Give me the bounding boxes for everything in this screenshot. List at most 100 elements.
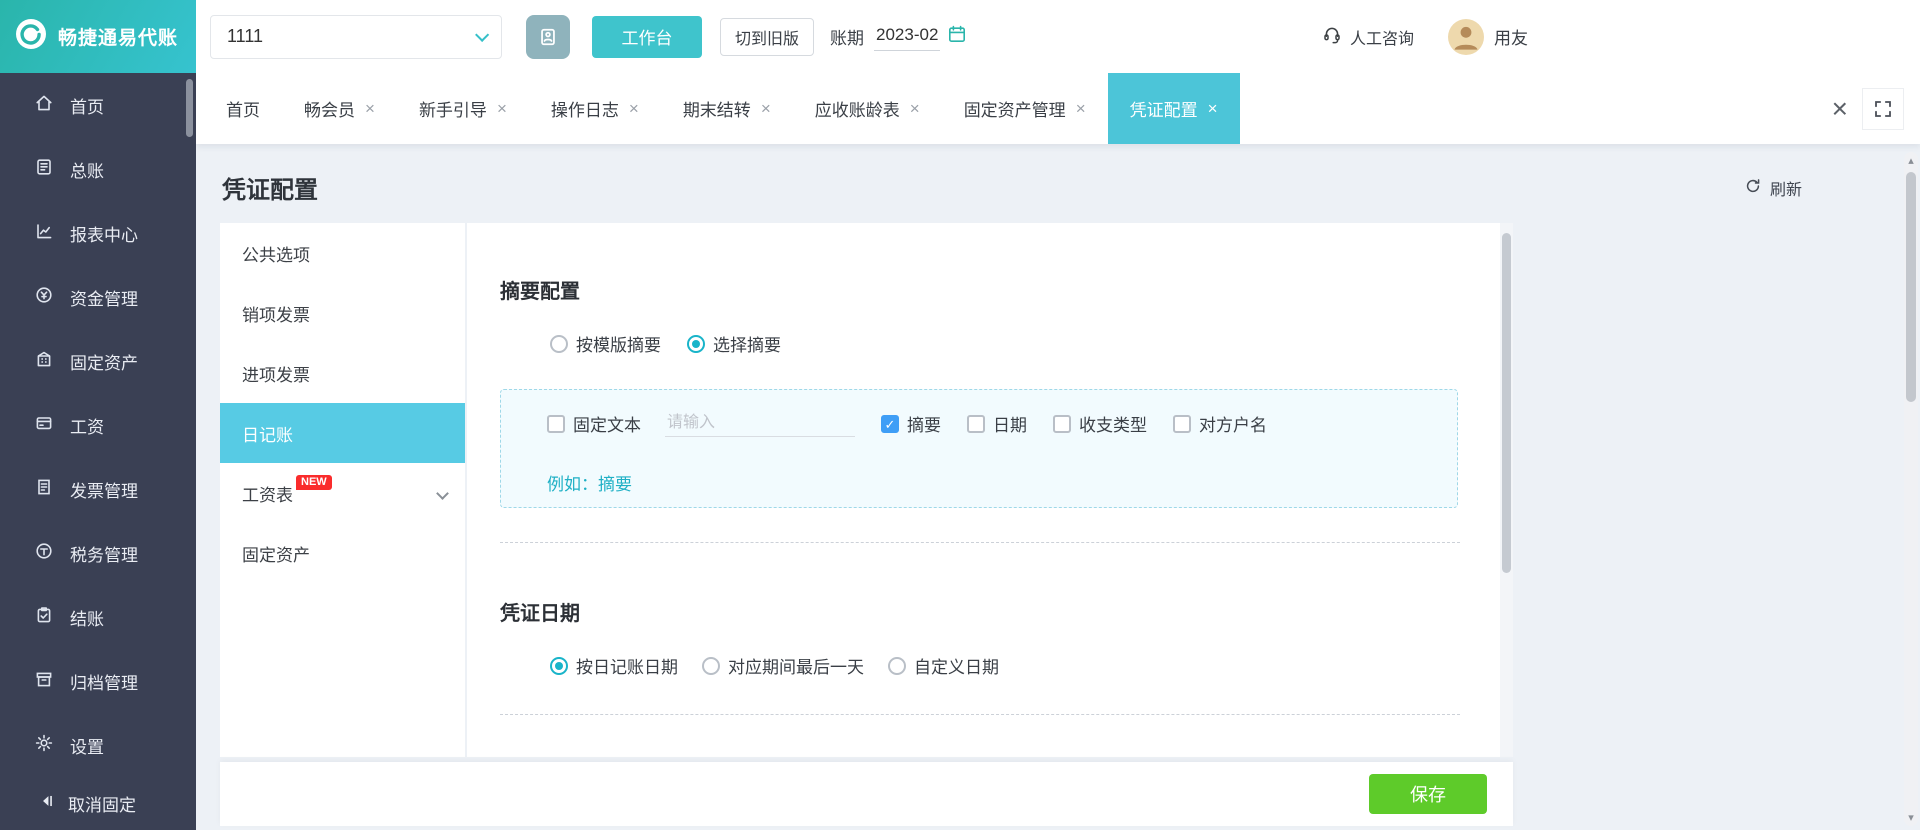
radio-icon xyxy=(687,334,705,353)
radio-label: 按日记账日期 xyxy=(576,658,678,677)
tab-close-icon[interactable] xyxy=(365,100,375,117)
sidebar-item-salary[interactable]: 工资 xyxy=(0,393,196,457)
subnav-item-purchase-invoice[interactable]: 进项发票 xyxy=(220,343,465,403)
tax-icon xyxy=(34,541,54,566)
sidebar-item-funds[interactable]: 资金管理 xyxy=(0,265,196,329)
main-sidebar: 首页 总账 报表中心 资金管理 固定资产 工资 发票管理 税务管理 结账 归档管… xyxy=(0,73,196,830)
tab-label: 固定资产管理 xyxy=(963,101,1066,120)
tab-close-icon[interactable] xyxy=(497,100,507,117)
tab-close-icon[interactable] xyxy=(1076,100,1086,117)
sidebar-item-invoice[interactable]: 发票管理 xyxy=(0,457,196,521)
radio-select-summary[interactable]: 选择摘要 xyxy=(687,331,781,356)
fullscreen-icon[interactable] xyxy=(1862,87,1904,130)
tab-fixed-assets-mgmt[interactable]: 固定资产管理 xyxy=(942,73,1108,144)
tab-close-icon[interactable] xyxy=(761,100,771,117)
archive-icon xyxy=(34,669,54,694)
checkbox-counterparty-name[interactable]: 对方户名 xyxy=(1173,411,1267,436)
refresh-icon xyxy=(1744,177,1762,200)
tab-operation-log[interactable]: 操作日志 xyxy=(529,73,661,144)
sidebar-item-tax[interactable]: 税务管理 xyxy=(0,521,196,585)
live-support-link[interactable]: 人工咨询 xyxy=(1322,24,1414,49)
tab-voucher-config[interactable]: 凭证配置 xyxy=(1107,73,1240,144)
checkbox-fixed-text[interactable]: 固定文本 xyxy=(547,411,641,436)
subnav-item-salary-sheet[interactable]: 工资表 NEW xyxy=(220,463,465,523)
tab-label: 应收账龄表 xyxy=(814,101,900,120)
sidebar-item-report-center[interactable]: 报表中心 xyxy=(0,201,196,265)
tab-receivable-aging[interactable]: 应收账龄表 xyxy=(793,73,942,144)
tab-beginner-guide[interactable]: 新手引导 xyxy=(397,73,529,144)
user-name[interactable]: 用友 xyxy=(1494,24,1528,49)
sidebar-item-label: 固定资产 xyxy=(70,353,138,373)
radio-custom-date[interactable]: 自定义日期 xyxy=(888,653,999,678)
unpin-sidebar-button[interactable]: 取消固定 xyxy=(0,782,196,824)
tab-home[interactable]: 首页 xyxy=(204,73,282,144)
tab-period-end-carryover[interactable]: 期末结转 xyxy=(661,73,793,144)
sidebar-item-settings[interactable]: 设置 xyxy=(0,713,196,777)
tab-close-icon[interactable] xyxy=(910,100,920,117)
company-select-value: 1111 xyxy=(227,26,264,46)
logo-icon xyxy=(14,17,48,56)
radio-template-summary[interactable]: 按模版摘要 xyxy=(550,331,661,356)
company-select[interactable]: 1111 xyxy=(210,14,502,59)
subnav-item-sales-invoice[interactable]: 销项发票 xyxy=(220,283,465,343)
calendar-icon[interactable] xyxy=(947,24,967,49)
subnav-item-journal[interactable]: 日记账 xyxy=(220,403,465,463)
checkbox-icon xyxy=(1053,414,1071,433)
panel-scrollbar[interactable] xyxy=(1502,233,1511,573)
checkbox-icon xyxy=(547,414,565,433)
sidebar-item-label: 首页 xyxy=(70,97,104,117)
close-icon[interactable] xyxy=(1832,95,1848,123)
headset-icon xyxy=(1322,24,1342,49)
salary-icon xyxy=(34,413,54,438)
window-scrollbar-track xyxy=(1904,152,1918,826)
subnav-label: 固定资产 xyxy=(242,545,310,565)
checkbox-summary[interactable]: 摘要 xyxy=(881,411,941,436)
tab-label: 操作日志 xyxy=(550,101,619,120)
sidebar-item-archive[interactable]: 归档管理 xyxy=(0,649,196,713)
switch-old-version-button[interactable]: 切到旧版 xyxy=(720,17,815,56)
save-button[interactable]: 保存 xyxy=(1369,774,1487,814)
workbench-button[interactable]: 工作台 xyxy=(592,15,702,58)
scroll-up-icon[interactable] xyxy=(1904,154,1918,167)
tab-member[interactable]: 畅会员 xyxy=(282,73,397,144)
checkbox-label: 固定文本 xyxy=(573,416,641,435)
tabbar-actions xyxy=(1832,73,1920,144)
refresh-button[interactable]: 刷新 xyxy=(1744,176,1802,200)
settings-icon xyxy=(34,733,54,758)
user-avatar[interactable] xyxy=(1448,18,1485,55)
panel-scrollbar-track xyxy=(1500,223,1513,757)
tab-close-icon[interactable] xyxy=(629,100,639,117)
sidebar-item-closing[interactable]: 结账 xyxy=(0,585,196,649)
sidebar-scrollbar[interactable] xyxy=(186,79,193,137)
checkbox-icon xyxy=(1173,414,1191,433)
subnav-item-fixed-assets[interactable]: 固定资产 xyxy=(220,523,465,583)
sidebar-item-home[interactable]: 首页 xyxy=(0,73,196,137)
radio-label: 对应期间最后一天 xyxy=(728,658,864,677)
closing-icon xyxy=(34,605,54,630)
checkbox-date[interactable]: 日期 xyxy=(967,411,1027,436)
tab-close-icon[interactable] xyxy=(1208,100,1218,117)
subnav-label: 日记账 xyxy=(242,425,293,445)
refresh-label: 刷新 xyxy=(1769,182,1802,199)
sidebar-item-fixed-assets[interactable]: 固定资产 xyxy=(0,329,196,393)
subnav-item-common-options[interactable]: 公共选项 xyxy=(220,223,465,283)
radio-journal-date[interactable]: 按日记账日期 xyxy=(550,653,678,678)
radio-icon xyxy=(550,334,568,353)
window-scrollbar[interactable] xyxy=(1906,172,1916,402)
app-window: 畅捷通易代账 1111 工作台 切到旧版 账期 2023-02 人工咨询 用友 … xyxy=(0,0,1920,830)
checkbox-label: 收支类型 xyxy=(1079,416,1147,435)
tab-label: 畅会员 xyxy=(304,101,355,120)
voucher-config-panel: 摘要配置 按模版摘要 选择摘要 固定文本 摘要 日期 收支类型 对方户名 例如：… xyxy=(467,223,1513,757)
sidebar-item-general-ledger[interactable]: 总账 xyxy=(0,137,196,201)
summary-options-box: 固定文本 摘要 日期 收支类型 对方户名 例如：摘要 xyxy=(500,389,1458,508)
sidebar-item-label: 发票管理 xyxy=(70,481,138,501)
section-divider xyxy=(500,714,1460,715)
radio-label: 按模版摘要 xyxy=(576,336,661,355)
period-value[interactable]: 2023-02 xyxy=(874,23,941,51)
fixed-text-input[interactable] xyxy=(665,410,855,437)
checkbox-income-expense-type[interactable]: 收支类型 xyxy=(1053,411,1147,436)
checkbox-icon xyxy=(881,414,899,433)
id-card-icon-button[interactable] xyxy=(526,14,570,59)
radio-period-last-day[interactable]: 对应期间最后一天 xyxy=(702,653,864,678)
scroll-down-icon[interactable] xyxy=(1904,811,1918,824)
